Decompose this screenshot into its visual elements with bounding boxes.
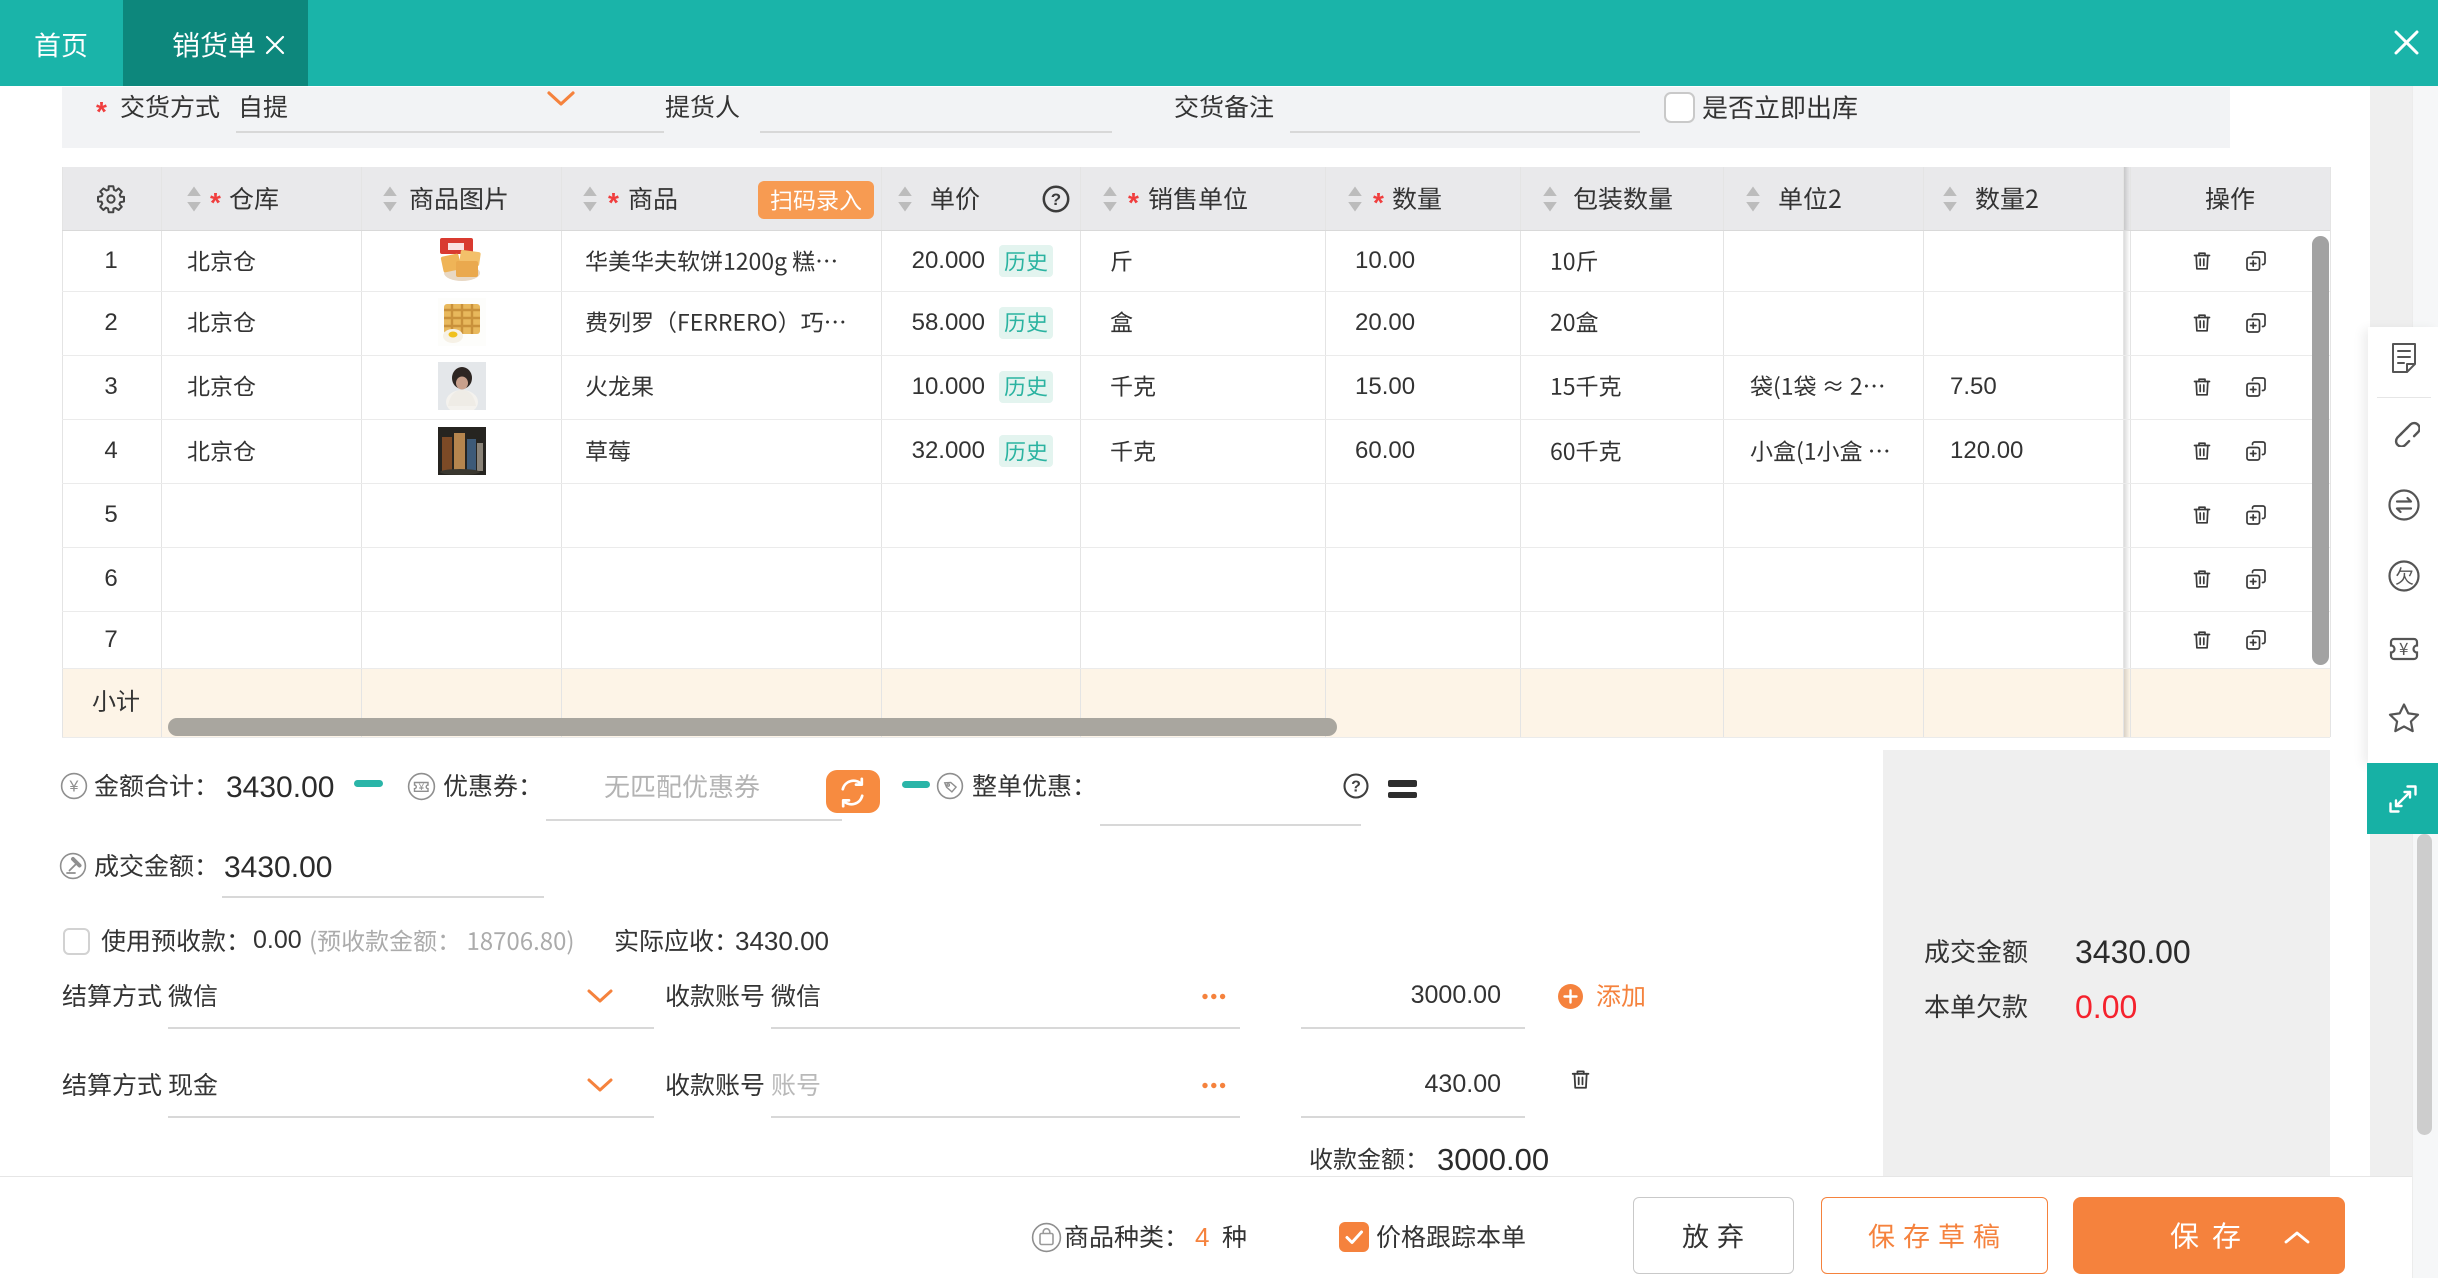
svg-text:¥: ¥ (417, 782, 424, 793)
svg-text:¥: ¥ (69, 779, 79, 796)
svg-text:?: ? (1051, 190, 1061, 209)
svg-text:?: ? (1351, 779, 1361, 796)
